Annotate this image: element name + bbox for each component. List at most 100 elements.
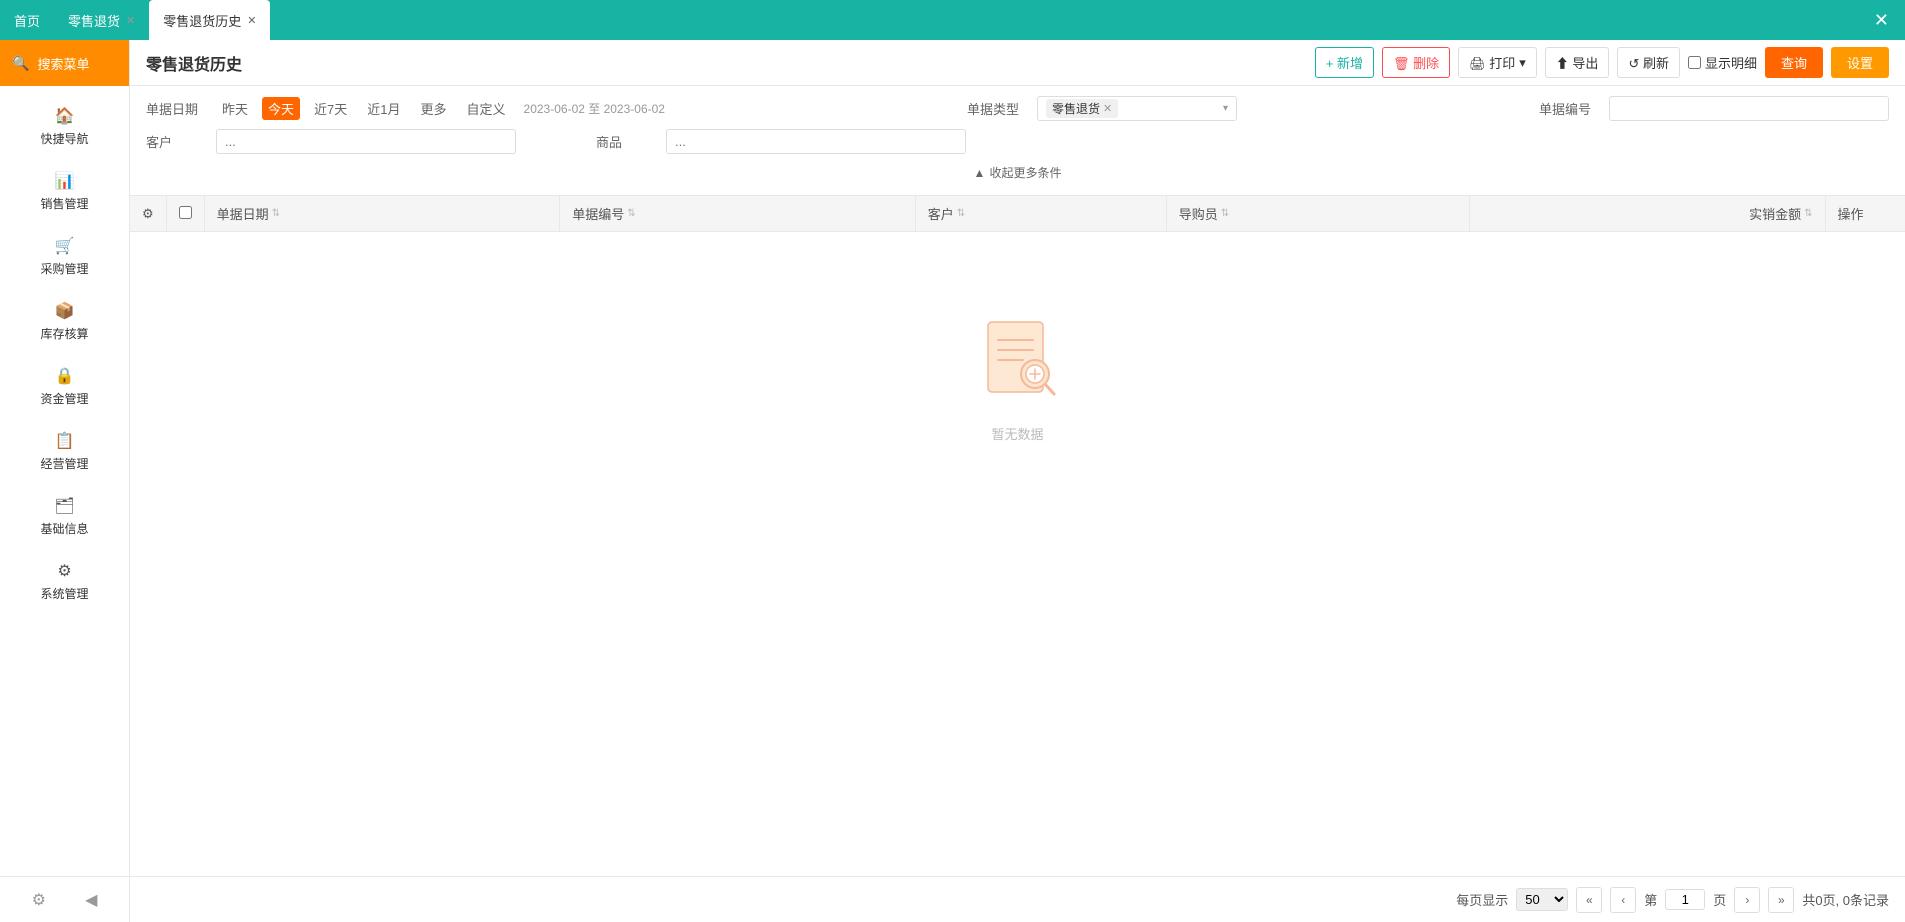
last-page-button[interactable]: » [1768, 887, 1794, 913]
th-checkbox[interactable] [166, 196, 204, 232]
total-info: 共0页, 0条记录 [1802, 890, 1889, 909]
empty-cell: 暂无数据 [130, 232, 1905, 524]
table-body: 暂无数据 [130, 232, 1905, 524]
page-size-label: 每页显示 [1456, 890, 1508, 909]
yesterday-btn[interactable]: 昨天 [216, 97, 254, 120]
first-page-button[interactable]: « [1576, 887, 1602, 913]
query-button[interactable]: 查询 [1765, 47, 1823, 78]
tab-retail-return-history[interactable]: 零售退货历史 ✕ [149, 0, 270, 40]
export-button[interactable]: ⬆ 导出 [1545, 47, 1610, 78]
empty-state: 暂无数据 [130, 232, 1905, 523]
sidebar-item-sales-mgmt[interactable]: 📊 销售管理 [0, 159, 129, 224]
th-settings[interactable]: ⚙ [130, 196, 166, 232]
customer-sort-icon[interactable]: ⇅ [957, 210, 965, 218]
chart-icon: 📊 [55, 171, 75, 191]
search-icon: 🔍 [12, 55, 29, 72]
sidebar-item-system-mgmt[interactable]: ⚙ 系统管理 [0, 549, 129, 614]
collapse-sidebar-icon[interactable]: ◀ [85, 890, 97, 910]
box-icon: 📦 [55, 301, 75, 321]
sidebar-item-finance-mgmt-label: 资金管理 [40, 390, 88, 407]
next-page-button[interactable]: › [1734, 887, 1760, 913]
th-guide: 导购员 ⇅ [1166, 196, 1469, 232]
delete-button[interactable]: 🗑 删除 [1382, 47, 1450, 78]
bill-type-tag: 零售退货 ✕ [1046, 99, 1118, 118]
sidebar-search-label: 搜索菜单 [37, 54, 89, 73]
date-filter-buttons: 昨天 今天 近7天 近1月 更多 自定义 2023-06-02 至 2023-0… [216, 97, 665, 120]
bill-no-sort-icon[interactable]: ⇅ [627, 210, 635, 218]
sidebar-item-inventory[interactable]: 📦 库存核算 [0, 289, 129, 354]
bill-type-dropdown-icon[interactable]: ▾ [1223, 103, 1228, 114]
settings-icon[interactable]: ⚙ [32, 890, 46, 910]
folder-icon: 🗂 [54, 496, 74, 516]
table-area: ⚙ 单据日期 ⇅ 单据编号 [130, 196, 1905, 876]
amount-sort-icon[interactable]: ⇅ [1804, 210, 1812, 218]
print-dropdown-icon[interactable]: ▾ [1519, 55, 1526, 71]
th-amount: 实销金额 ⇅ [1469, 196, 1825, 232]
sidebar-search[interactable]: 🔍 搜索菜单 [0, 40, 129, 86]
date-sort-icon[interactable]: ⇅ [272, 210, 280, 218]
lock-icon: 🔒 [55, 366, 75, 386]
more-btn[interactable]: 更多 [415, 97, 453, 120]
current-page-input[interactable] [1665, 889, 1705, 910]
sidebar-item-business-mgmt[interactable]: 📋 经营管理 [0, 419, 129, 484]
bill-type-select[interactable]: 零售退货 ✕ ▾ [1037, 96, 1237, 121]
sidebar-item-sales-mgmt-label: 销售管理 [40, 195, 88, 212]
data-table: ⚙ 单据日期 ⇅ 单据编号 [130, 196, 1905, 523]
display-detail-checkbox[interactable] [1688, 56, 1701, 69]
th-action: 操作 [1825, 196, 1905, 232]
today-btn[interactable]: 今天 [262, 97, 300, 120]
collapse-icon: ▲ [974, 166, 986, 180]
sidebar-footer: ⚙ ◀ [0, 876, 129, 922]
bill-type-filter-label: 单据类型 [967, 99, 1037, 118]
home-icon: 🏠 [55, 106, 75, 126]
cart-icon: 🛒 [55, 236, 75, 256]
tab-retail-return[interactable]: 零售退货 ✕ [54, 0, 149, 40]
prev-page-button[interactable]: ‹ [1610, 887, 1636, 913]
sidebar-item-finance-mgmt[interactable]: 🔒 资金管理 [0, 354, 129, 419]
page-title: 零售退货历史 [146, 51, 242, 75]
last7-btn[interactable]: 近7天 [308, 97, 353, 120]
collapse-filter-button[interactable]: ▲ 收起更多条件 [974, 160, 1062, 185]
goods-filter-label: 商品 [596, 132, 666, 151]
tab-retail-return-close[interactable]: ✕ [126, 14, 135, 27]
refresh-button[interactable]: ↺ 刷新 [1617, 47, 1680, 78]
table-header-row: ⚙ 单据日期 ⇅ 单据编号 [130, 196, 1905, 232]
page-header: 零售退货历史 + 新增 🗑 删除 🖨 打印 ▾ ⬆ 导出 ↺ 刷新 显示明细 查… [130, 40, 1905, 86]
settings-icon[interactable]: ⚙ [142, 206, 154, 221]
sidebar-item-inventory-label: 库存核算 [40, 325, 88, 342]
bill-type-tag-close[interactable]: ✕ [1103, 102, 1112, 115]
custom-btn[interactable]: 自定义 [461, 97, 512, 120]
last1month-btn[interactable]: 近1月 [361, 97, 406, 120]
tab-home[interactable]: 首页 [0, 0, 54, 40]
guide-sort-icon[interactable]: ⇅ [1221, 210, 1229, 218]
customer-filter-label: 客户 [146, 132, 216, 151]
sidebar-item-purchase-mgmt[interactable]: 🛒 采购管理 [0, 224, 129, 289]
select-all-checkbox[interactable] [179, 206, 192, 219]
bill-no-input[interactable] [1609, 96, 1889, 121]
display-detail-toggle[interactable]: 显示明细 [1688, 53, 1757, 72]
print-button[interactable]: 🖨 打印 ▾ [1458, 47, 1537, 78]
pagination-bar: 每页显示 50 10 20 100 « ‹ 第 页 › » 共0页, 0条记录 [130, 876, 1905, 922]
bill-no-filter-label: 单据编号 [1539, 99, 1609, 118]
new-button[interactable]: + 新增 [1315, 47, 1374, 78]
date-filter-label: 单据日期 [146, 99, 216, 118]
sidebar-item-quick-nav[interactable]: 🏠 快捷导航 [0, 94, 129, 159]
goods-input[interactable] [666, 129, 966, 154]
clipboard-icon: 📋 [55, 431, 75, 451]
filter-row-2: 客户 商品 [146, 129, 1889, 154]
content-area: 零售退货历史 + 新增 🗑 删除 🖨 打印 ▾ ⬆ 导出 ↺ 刷新 显示明细 查… [130, 40, 1905, 922]
window-close-button[interactable]: ✕ [1874, 11, 1889, 29]
setting-button[interactable]: 设置 [1831, 47, 1889, 78]
sidebar-item-quick-nav-label: 快捷导航 [40, 130, 88, 147]
page-label: 第 [1644, 890, 1657, 909]
page-size-select[interactable]: 50 10 20 100 [1516, 888, 1568, 911]
th-customer: 客户 ⇅ [915, 196, 1166, 232]
filter-area: 单据日期 昨天 今天 近7天 近1月 更多 自定义 2023-06-02 至 2… [130, 86, 1905, 196]
sidebar-item-basic-info[interactable]: 🗂 基础信息 [0, 484, 129, 549]
top-bar: 首页 零售退货 ✕ 零售退货历史 ✕ ✕ [0, 0, 1905, 40]
gear-icon: ⚙ [57, 561, 71, 581]
empty-text: 暂无数据 [991, 424, 1043, 443]
customer-input[interactable] [216, 129, 516, 154]
sidebar: 🔍 搜索菜单 🏠 快捷导航 📊 销售管理 🛒 采购管理 📦 库存核算 🔒 [0, 40, 130, 922]
tab-retail-return-history-close[interactable]: ✕ [247, 14, 256, 27]
